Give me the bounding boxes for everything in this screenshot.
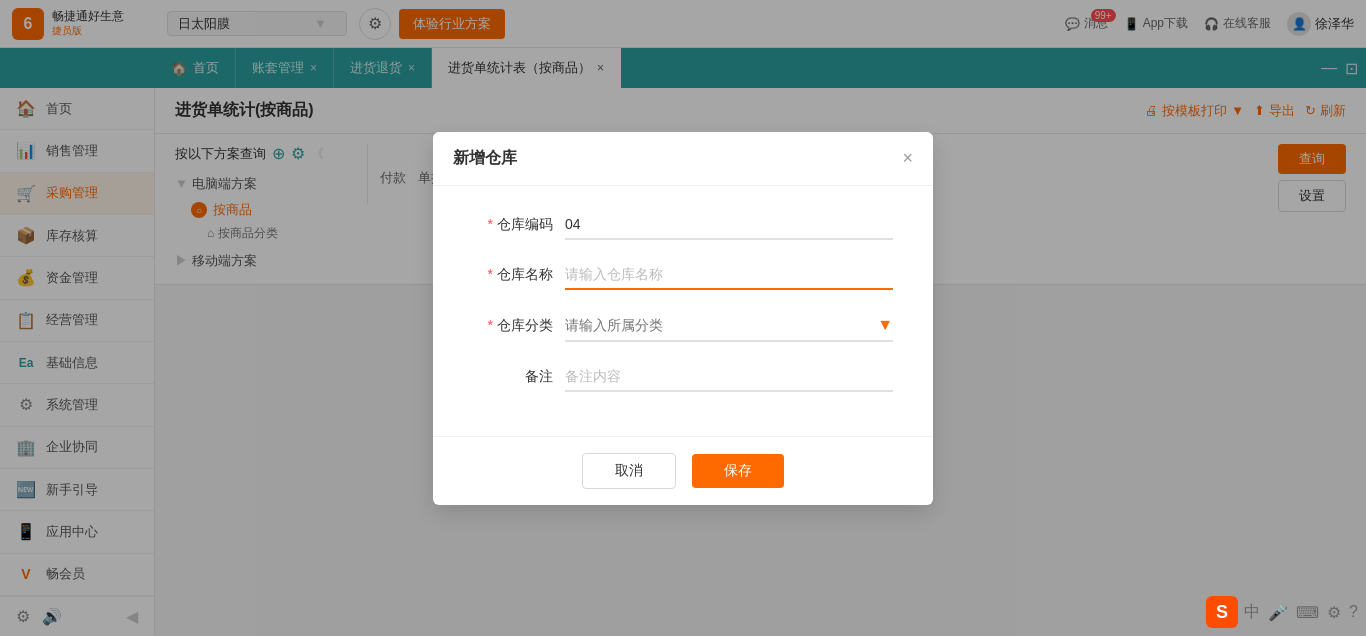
category-arrow-icon: ▼ xyxy=(877,316,893,334)
form-label-name: 仓库名称 xyxy=(473,266,553,284)
s-badge-area: S 中 🎤 ⌨ ⚙ ? xyxy=(1206,596,1358,628)
modal-body: 仓库编码 仓库名称 仓库分类 ▼ 备注 xyxy=(433,186,933,436)
modal-title: 新增仓库 xyxy=(453,148,517,169)
modal-close-button[interactable]: × xyxy=(902,148,913,169)
form-row-category: 仓库分类 ▼ xyxy=(473,310,893,342)
s-icon-row: 中 🎤 ⌨ ⚙ ? xyxy=(1244,602,1358,623)
modal-header: 新增仓库 × xyxy=(433,132,933,186)
form-row-name: 仓库名称 xyxy=(473,260,893,290)
modal-footer: 取消 保存 xyxy=(433,436,933,505)
s-help-icon[interactable]: ? xyxy=(1349,603,1358,621)
form-label-code: 仓库编码 xyxy=(473,216,553,234)
warehouse-category-input[interactable] xyxy=(565,317,877,333)
s-settings-icon[interactable]: ⚙ xyxy=(1327,603,1341,622)
warehouse-remark-input[interactable] xyxy=(565,362,893,392)
warehouse-category-select[interactable]: ▼ xyxy=(565,310,893,342)
save-button[interactable]: 保存 xyxy=(692,454,784,488)
warehouse-name-input[interactable] xyxy=(565,260,893,290)
cancel-button[interactable]: 取消 xyxy=(582,453,676,489)
form-label-remark: 备注 xyxy=(473,368,553,386)
modal-new-warehouse: 新增仓库 × 仓库编码 仓库名称 仓库分类 ▼ xyxy=(433,132,933,505)
s-mic-icon[interactable]: 🎤 xyxy=(1268,603,1288,622)
s-chinese-icon[interactable]: 中 xyxy=(1244,602,1260,623)
s-keyboard-icon[interactable]: ⌨ xyxy=(1296,603,1319,622)
form-label-category: 仓库分类 xyxy=(473,317,553,335)
form-row-code: 仓库编码 xyxy=(473,210,893,240)
warehouse-code-input[interactable] xyxy=(565,210,893,240)
modal-overlay: 新增仓库 × 仓库编码 仓库名称 仓库分类 ▼ xyxy=(0,0,1366,636)
form-row-remark: 备注 xyxy=(473,362,893,392)
s-logo: S xyxy=(1206,596,1238,628)
